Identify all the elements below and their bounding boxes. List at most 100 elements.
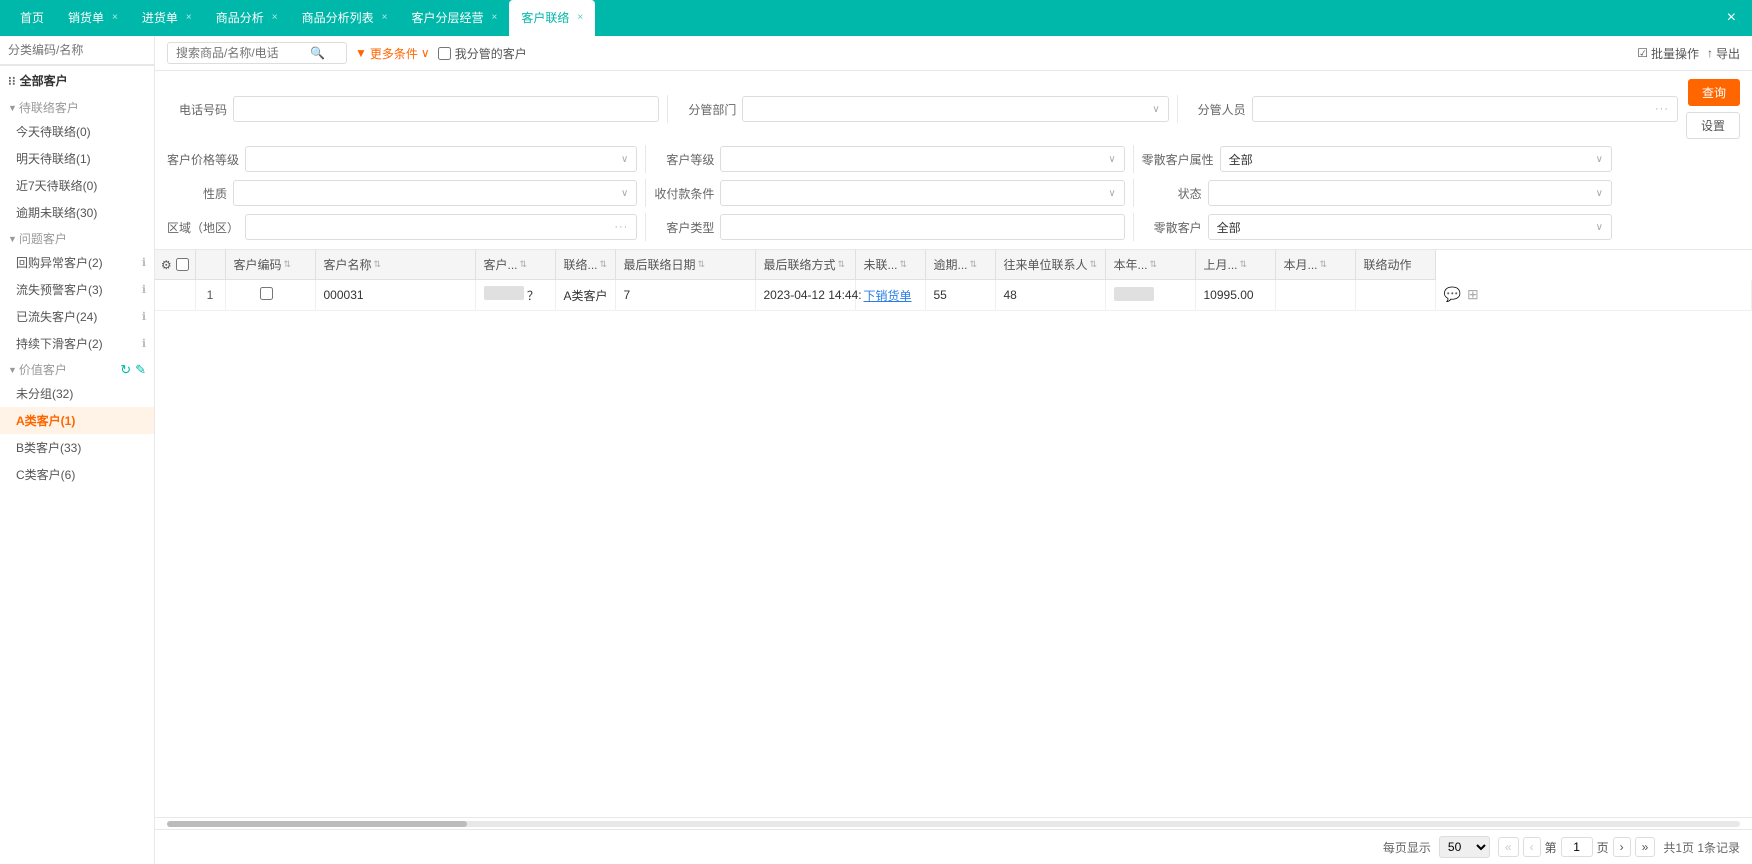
sidebar-search-input[interactable]	[8, 43, 155, 57]
qr-action-icon[interactable]: ⊞	[1467, 286, 1479, 303]
scroll-track	[167, 821, 1740, 827]
region-input[interactable]: ···	[245, 214, 637, 240]
sort-overdue-icon: ⇅	[970, 259, 978, 270]
cell-last-date: 2023-04-12 14:44:	[755, 280, 855, 311]
my-customers-checkbox-input[interactable]	[438, 47, 451, 60]
close-purchase-tab-icon[interactable]: ×	[186, 0, 192, 36]
settings-button[interactable]: 设置	[1686, 112, 1740, 139]
dept-field: 分管部门 ∨	[676, 96, 1168, 122]
sidebar-item-churn-warning[interactable]: 流失预警客户(3) ℹ	[0, 276, 154, 303]
sidebar-section-pending-contact[interactable]: ▼ 待联络客户	[0, 95, 154, 118]
close-customer-contact-tab-icon[interactable]: ×	[577, 0, 583, 36]
info-icon-2: ℹ	[142, 283, 146, 296]
last-method-link[interactable]: 下销货单	[864, 289, 912, 303]
first-page-button[interactable]: «	[1498, 837, 1519, 857]
cell-cust-type: A类客户	[555, 280, 615, 311]
nav-tab-home[interactable]: 首页	[8, 0, 56, 36]
close-all-tabs-button[interactable]: ×	[1719, 9, 1744, 27]
query-button[interactable]: 查询	[1688, 79, 1740, 106]
sidebar-section-problem-customers[interactable]: ▼ 问题客户	[0, 226, 154, 249]
retail-attr-input[interactable]: 全部 ∨	[1220, 146, 1612, 172]
price-level-input[interactable]: ∨	[245, 146, 637, 172]
person-input[interactable]: ···	[1252, 96, 1678, 122]
sidebar-item-tomorrow-pending[interactable]: 明天待联络(1)	[0, 145, 154, 172]
more-conditions-button[interactable]: ▼ 更多条件 ∨	[355, 45, 430, 62]
sidebar-search-box[interactable]: 🔍	[0, 36, 155, 65]
chat-action-icon[interactable]: 💬	[1444, 286, 1461, 303]
cell-overdue: 48	[995, 280, 1105, 311]
sidebar-item-class-a[interactable]: A类客户(1)	[0, 407, 154, 434]
sidebar-section-value-customers[interactable]: ▼ 价值客户 ↻ ✎	[0, 357, 154, 380]
sidebar-item-7days-pending[interactable]: 近7天待联络(0)	[0, 172, 154, 199]
nav-tab-customer-contact[interactable]: 客户联络 ×	[509, 0, 595, 36]
nav-tab-customer-tier[interactable]: 客户分层经营 ×	[399, 0, 509, 36]
sidebar-item-class-b[interactable]: B类客户(33)	[0, 434, 154, 461]
cell-current-month	[1355, 280, 1435, 311]
retail-cust-field: 零散客户 全部 ∨	[1142, 214, 1612, 240]
export-button[interactable]: ↑ 导出	[1707, 45, 1740, 62]
filter-row-1: 电话号码 分管部门 ∨ 分管人员	[167, 79, 1740, 139]
close-customer-tier-tab-icon[interactable]: ×	[491, 0, 497, 36]
sidebar-item-class-c[interactable]: C类客户(6)	[0, 461, 154, 488]
refresh-icon[interactable]: ↻	[120, 362, 131, 378]
filter-search-box[interactable]: 🔍	[167, 42, 347, 64]
cust-type-input[interactable]	[720, 214, 1124, 240]
nature-label: 性质	[167, 185, 227, 202]
sidebar-item-repurchase-abnormal[interactable]: 回购异常客户(2) ℹ	[0, 249, 154, 276]
retail-cust-input[interactable]: 全部 ∨	[1208, 214, 1612, 240]
table-body: 1 000031 ？ A类客户	[155, 280, 1752, 311]
phone-input[interactable]	[233, 96, 659, 122]
nav-tab-product-list[interactable]: 商品分析列表 ×	[290, 0, 400, 36]
sidebar-item-declining[interactable]: 持续下滑客户(2) ℹ	[0, 330, 154, 357]
select-all-checkbox[interactable]	[176, 258, 189, 271]
page-size-select[interactable]: 50 100 200	[1439, 836, 1490, 858]
close-product-analysis-tab-icon[interactable]: ×	[272, 0, 278, 36]
edit-icon[interactable]: ✎	[135, 362, 146, 378]
retail-cust-label: 零散客户	[1142, 219, 1202, 236]
next-page-button[interactable]: ›	[1613, 837, 1631, 857]
nature-input[interactable]: ∨	[233, 180, 637, 206]
nav-tab-sales[interactable]: 销货单 ×	[56, 0, 130, 36]
prev-page-button[interactable]: ‹	[1523, 837, 1541, 857]
nav-tab-product-analysis[interactable]: 商品分析 ×	[204, 0, 290, 36]
batch-ops-button[interactable]: ☑ 批量操作	[1637, 45, 1699, 62]
row-checkbox[interactable]	[260, 287, 273, 300]
cell-contact-count: 7	[615, 280, 755, 311]
close-product-list-tab-icon[interactable]: ×	[382, 0, 388, 36]
content-area: 🔍 ▼ 更多条件 ∨ 我分管的客户 ☑ 批量操作 ↑ 导出	[155, 36, 1752, 864]
filter-search-icon[interactable]: 🔍	[310, 46, 325, 60]
sidebar-item-churned[interactable]: 已流失客户(24) ℹ	[0, 303, 154, 330]
page-size-label: 每页显示	[1383, 839, 1431, 856]
cust-level-input[interactable]: ∨	[720, 146, 1124, 172]
close-sales-tab-icon[interactable]: ×	[112, 0, 118, 36]
last-page-button[interactable]: »	[1635, 837, 1656, 857]
payment-dropdown-icon: ∨	[1108, 188, 1115, 199]
price-level-label: 客户价格等级	[167, 151, 239, 168]
payment-input[interactable]: ∨	[720, 180, 1124, 206]
dept-input[interactable]: ∨	[742, 96, 1168, 122]
sidebar-item-today-pending[interactable]: 今天待联络(0)	[0, 118, 154, 145]
phone-field: 电话号码	[167, 96, 659, 122]
nav-tab-purchase[interactable]: 进货单 ×	[130, 0, 204, 36]
sidebar-item-overdue-contact[interactable]: 逾期未联络(30)	[0, 199, 154, 226]
cell-num: 1	[195, 280, 225, 311]
col-header-overdue: 逾期... ⇅	[925, 250, 995, 280]
status-input[interactable]: ∨	[1208, 180, 1612, 206]
price-level-field: 客户价格等级 ∨	[167, 146, 637, 172]
phone-label: 电话号码	[167, 101, 227, 118]
filter-bar: 🔍 ▼ 更多条件 ∨ 我分管的客户 ☑ 批量操作 ↑ 导出	[155, 36, 1752, 71]
gear-icon[interactable]: ⚙	[161, 258, 172, 272]
table-container[interactable]: ⚙ 客户编码 ⇅ 客	[155, 250, 1752, 817]
horizontal-scrollbar[interactable]	[155, 817, 1752, 829]
retail-cust-dropdown-icon: ∨	[1596, 222, 1603, 233]
current-page-input[interactable]	[1561, 837, 1593, 857]
query-settings-group: 查询 设置	[1686, 79, 1740, 139]
cell-code: 000031	[315, 280, 475, 311]
sidebar-all-customers[interactable]: ⁝⁝ 全部客户	[0, 66, 154, 95]
person-label: 分管人员	[1186, 101, 1246, 118]
filter-search-input[interactable]	[176, 46, 306, 60]
my-customers-checkbox[interactable]: 我分管的客户	[438, 45, 527, 62]
sidebar-item-ungrouped[interactable]: 未分组(32)	[0, 380, 154, 407]
sort-uncontacted-icon: ⇅	[900, 259, 908, 270]
col-header-last-method: 最后联络方式 ⇅	[755, 250, 855, 280]
